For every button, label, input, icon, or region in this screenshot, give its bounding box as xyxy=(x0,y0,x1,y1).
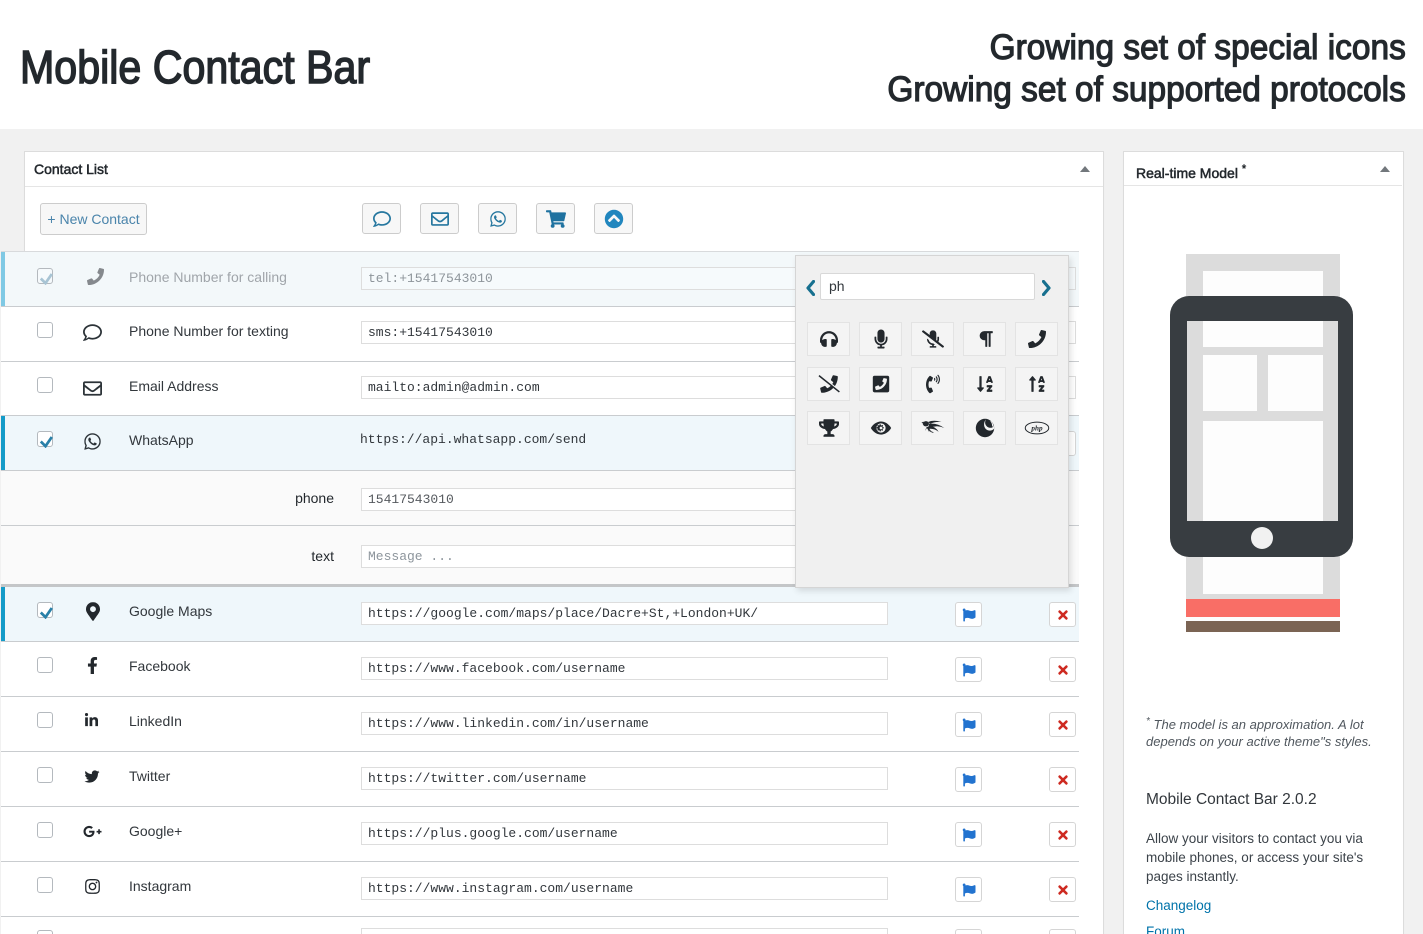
svg-text:php: php xyxy=(1030,424,1043,432)
